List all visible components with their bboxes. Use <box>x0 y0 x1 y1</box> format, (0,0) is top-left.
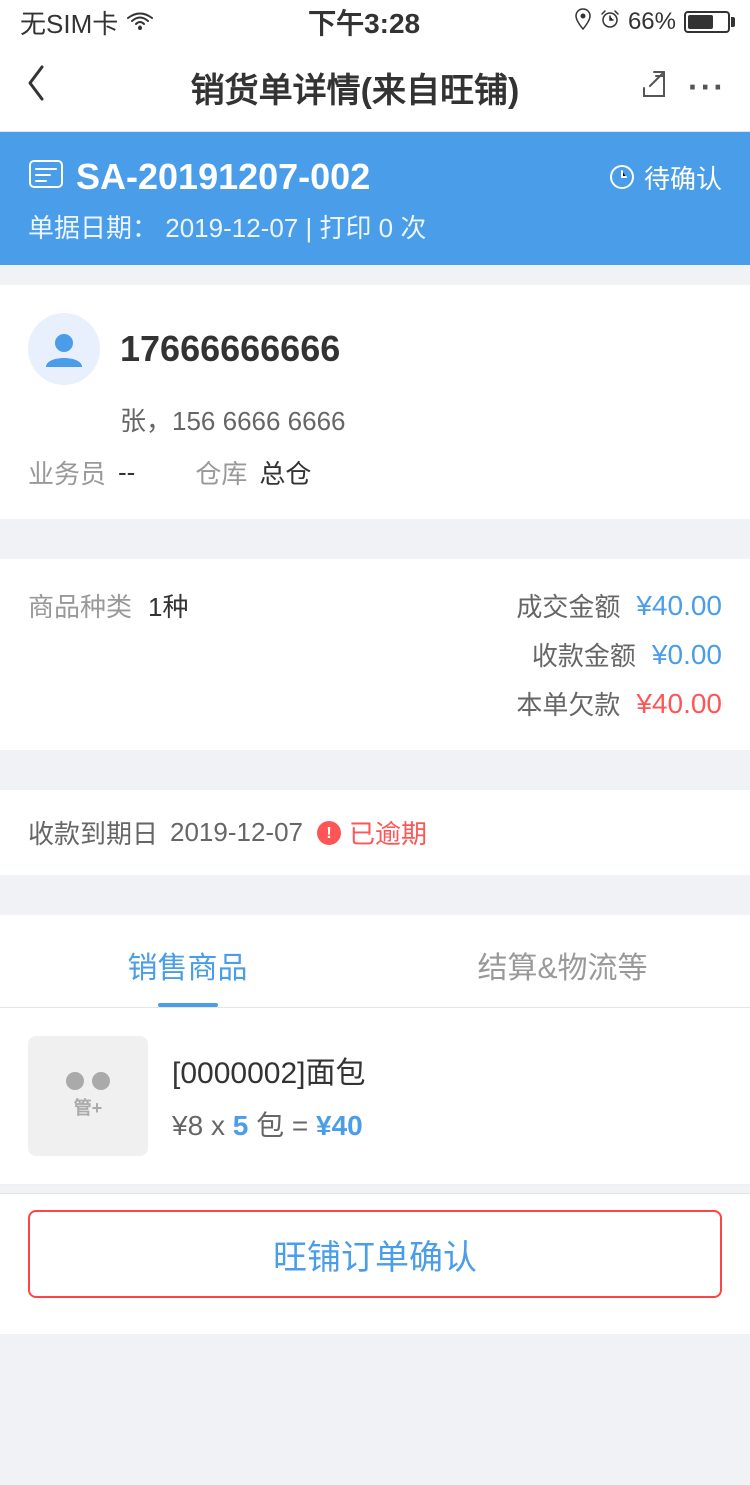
location-icon <box>574 8 592 37</box>
more-icon[interactable]: ··· <box>688 69 726 106</box>
bottom-bar: 旺铺订单确认 <box>0 1193 750 1334</box>
alarm-icon <box>600 8 620 37</box>
customer-section: 17666666666 张，156 6666 6666 业务员 -- 仓库 总仓 <box>0 285 750 519</box>
customer-details: 张，156 6666 6666 <box>28 401 722 438</box>
goods-type-label: 商品种类 <box>28 587 132 624</box>
product-price: ¥8 x 5 包 = ¥40 <box>172 1104 722 1144</box>
product-logo: 管+ <box>66 1072 110 1120</box>
due-section: 收款到期日 2019-12-07 ! 已逾期 <box>0 790 750 875</box>
customer-meta: 业务员 -- 仓库 总仓 <box>28 454 722 491</box>
quantity-value: 5 <box>233 1110 249 1141</box>
price-value: ¥8 <box>172 1110 203 1141</box>
customer-header: 17666666666 <box>28 313 722 385</box>
product-list: 管+ [0000002]面包 ¥8 x 5 包 = ¥40 <box>0 1008 750 1185</box>
unit-value: 包 <box>256 1110 284 1141</box>
warehouse-value: 总仓 <box>259 454 311 491</box>
status-text: 待确认 <box>644 159 722 196</box>
order-id-text: SA-20191207-002 <box>76 156 370 198</box>
status-bar-left: 无SIM卡 <box>20 4 154 41</box>
order-header: SA-20191207-002 待确认 单据日期： 2019-12-07 | 打… <box>0 132 750 265</box>
due-date: 2019-12-07 <box>170 817 303 848</box>
print-info: | 打印 0 次 <box>305 213 426 243</box>
order-header-top: SA-20191207-002 待确认 <box>28 156 722 198</box>
battery-fill <box>688 15 713 29</box>
goods-type: 商品种类 1种 <box>28 587 516 624</box>
overdue-badge: ! 已逾期 <box>315 814 427 851</box>
date-label: 单据日期： <box>28 213 158 243</box>
status-bar-time: 下午3:28 <box>308 2 420 42</box>
received-row: 收款金额 ¥0.00 <box>532 636 722 673</box>
battery-icon <box>684 11 730 33</box>
network-label: 无SIM卡 <box>20 4 118 41</box>
amount-right: 成交金额 ¥40.00 收款金额 ¥0.00 本单欠款 ¥40.00 <box>516 587 722 722</box>
tab-sales-goods-label: 销售商品 <box>128 952 248 985</box>
table-row: 管+ [0000002]面包 ¥8 x 5 包 = ¥40 <box>0 1008 750 1185</box>
nav-bar: 销货单详情(来自旺铺) ··· <box>0 44 750 132</box>
status-bar-right: 66% <box>574 8 730 37</box>
owl-text: 管+ <box>74 1094 103 1120</box>
back-button[interactable] <box>24 63 84 113</box>
order-id: SA-20191207-002 <box>28 156 370 198</box>
divider-3 <box>0 895 750 915</box>
warehouse-item: 仓库 总仓 <box>195 454 311 491</box>
nav-actions: ··· <box>626 68 726 107</box>
salesperson-value: -- <box>118 457 135 488</box>
tab-settlement[interactable]: 结算&物流等 <box>375 915 750 1007</box>
owed-value: ¥40.00 <box>636 688 722 720</box>
multiply-sign: x <box>211 1110 233 1141</box>
salesperson-label: 业务员 <box>28 454 106 491</box>
order-date: 单据日期： 2019-12-07 | 打印 0 次 <box>28 208 722 245</box>
product-name: [0000002]面包 <box>172 1048 722 1092</box>
product-info: [0000002]面包 ¥8 x 5 包 = ¥40 <box>172 1048 722 1144</box>
warehouse-label: 仓库 <box>195 454 247 491</box>
owl-eye-left <box>66 1072 84 1090</box>
wifi-icon <box>126 7 154 38</box>
overdue-text: 已逾期 <box>349 814 427 851</box>
salesperson-item: 业务员 -- <box>28 454 135 491</box>
confirm-order-button[interactable]: 旺铺订单确认 <box>28 1210 722 1298</box>
divider-2 <box>0 770 750 790</box>
date-value: 2019-12-07 <box>165 213 298 243</box>
total-value: ¥40 <box>316 1110 363 1141</box>
customer-name: 17666666666 <box>120 328 340 370</box>
received-label: 收款金额 <box>532 636 636 673</box>
transaction-value: ¥40.00 <box>636 590 722 622</box>
avatar <box>28 313 100 385</box>
tabs-section: 销售商品 结算&物流等 管+ [0000002]面包 ¥8 <box>0 915 750 1185</box>
transaction-label: 成交金额 <box>516 587 620 624</box>
owl-eye-right <box>92 1072 110 1090</box>
product-thumbnail: 管+ <box>28 1036 148 1156</box>
amount-section: 商品种类 1种 成交金额 ¥40.00 收款金额 ¥0.00 本单欠款 ¥40.… <box>0 559 750 750</box>
order-icon <box>28 156 64 198</box>
tab-settlement-label: 结算&物流等 <box>477 952 647 985</box>
tab-sales-goods[interactable]: 销售商品 <box>0 915 375 1007</box>
divider-1 <box>0 539 750 559</box>
share-icon[interactable] <box>636 68 668 107</box>
owed-label: 本单欠款 <box>516 685 620 722</box>
owed-row: 本单欠款 ¥40.00 <box>516 685 722 722</box>
equals-sign: = <box>292 1110 316 1141</box>
due-label: 收款到期日 <box>28 814 158 851</box>
goods-type-value: 1种 <box>148 587 188 624</box>
svg-text:!: ! <box>326 825 331 842</box>
transaction-row: 成交金额 ¥40.00 <box>516 587 722 624</box>
tabs-header: 销售商品 结算&物流等 <box>0 915 750 1008</box>
page-title: 销货单详情(来自旺铺) <box>84 63 626 112</box>
battery-percent: 66% <box>628 8 676 36</box>
owl-icon <box>66 1072 110 1090</box>
order-status: 待确认 <box>608 159 722 196</box>
status-bar: 无SIM卡 下午3:28 66% <box>0 0 750 44</box>
received-value: ¥0.00 <box>652 639 722 671</box>
